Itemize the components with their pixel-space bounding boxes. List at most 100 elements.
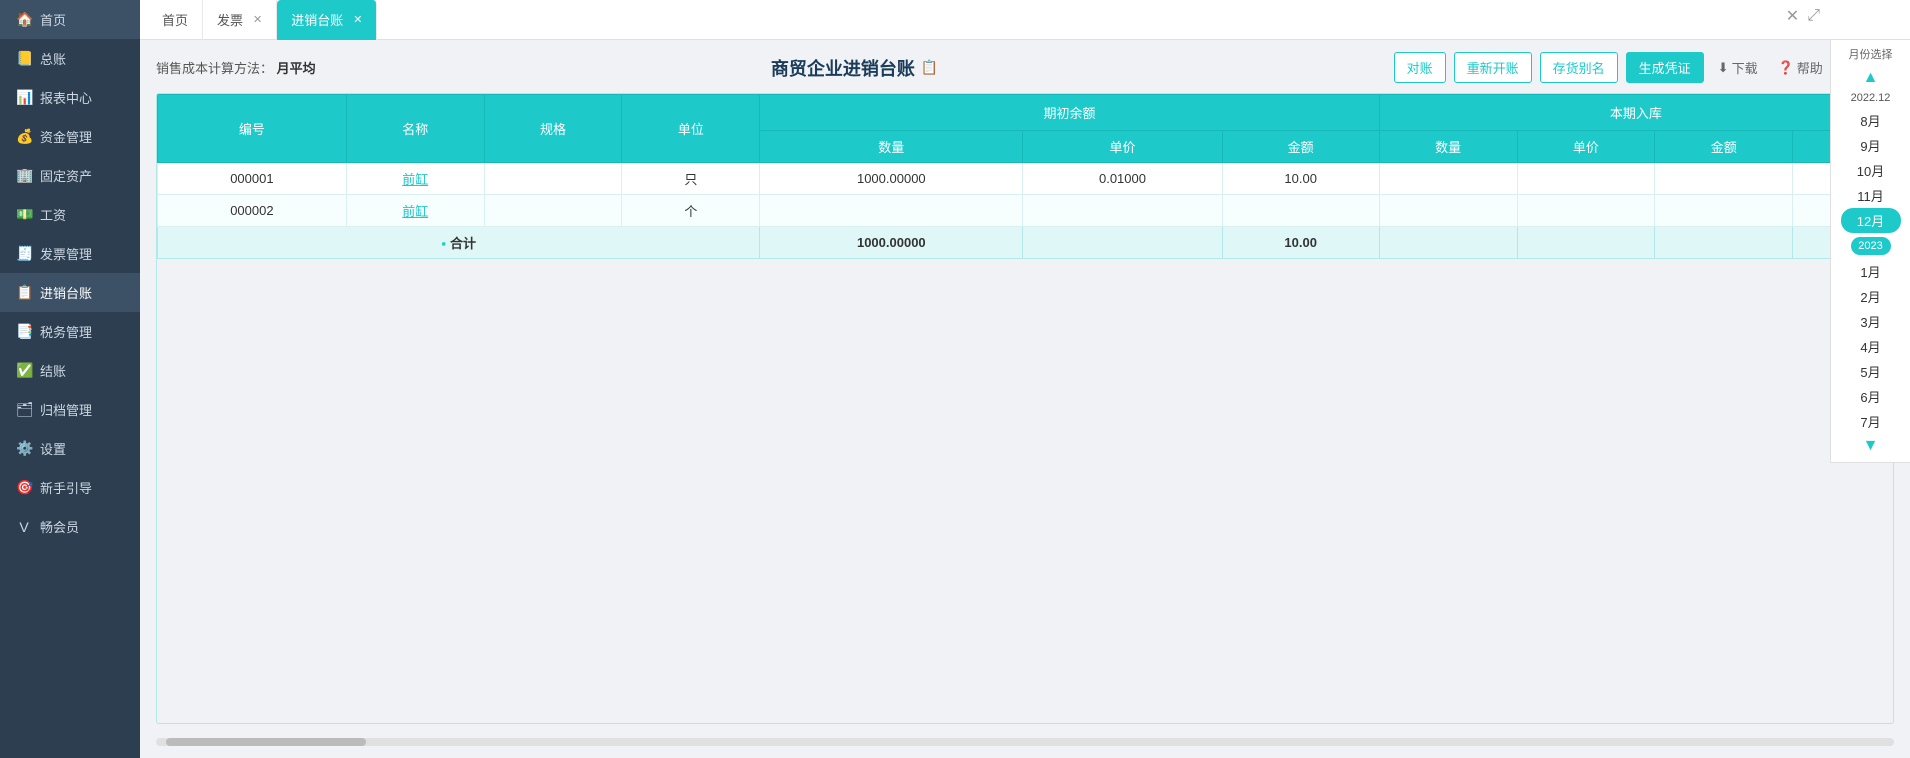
sidebar-item-salary[interactable]: 💵 工资 (0, 195, 140, 234)
month-item-2023-2月[interactable]: 2月 (1841, 284, 1901, 309)
cell-in-price (1517, 163, 1655, 195)
cell-opening-qty (760, 195, 1023, 227)
total-opening-amount: 10.00 (1222, 227, 1379, 259)
scroll-thumb (166, 738, 366, 746)
cell-id: 000002 (158, 195, 347, 227)
month-item-2023-7月[interactable]: 7月 (1841, 409, 1901, 434)
month-up-arrow[interactable]: ▲ (1861, 68, 1881, 88)
sidebar: 🏠 首页 📒 总账 📊报表中心💰资金管理🏢固定资产 💵 工资 🧾发票管理📋进销台账📑税务管理✅… (0, 0, 140, 758)
close-button[interactable]: ✕ (1786, 6, 1799, 26)
sidebar-item-checkout[interactable]: ✅结账 (0, 351, 140, 390)
sidebar-item-purchase-sale[interactable]: 📋进销台账 (0, 273, 140, 312)
help-icon: ❓ (1778, 60, 1794, 76)
cell-opening-amount: 10.00 (1222, 163, 1379, 195)
cell-spec (484, 195, 622, 227)
tab-purchase-sale[interactable]: 进销台账 ✕ (277, 0, 377, 40)
cell-opening-price: 0.01000 (1023, 163, 1222, 195)
total-icon: ▪ (441, 236, 446, 251)
sidebar-item-guide[interactable]: 🎯新手引导 (0, 468, 140, 507)
sidebar-label-ledger: 总账 (40, 49, 66, 68)
month-item-2022-9月[interactable]: 9月 (1841, 133, 1901, 158)
sidebar-icon-asset: 🏢 (16, 167, 32, 184)
year-2023-marker: 2023 (1851, 237, 1891, 255)
tab-label-purchase-sale: 进销台账 (291, 10, 343, 29)
edit-icon[interactable]: 📋 (921, 59, 938, 76)
month-item-2023-5月[interactable]: 5月 (1841, 359, 1901, 384)
col-spec-header: 规格 (484, 95, 622, 163)
cell-opening-qty: 1000.00000 (760, 163, 1023, 195)
sidebar-label-purchase-sale: 进销台账 (40, 283, 92, 302)
sidebar-icon-home: 🏠 (16, 11, 32, 28)
tab-invoice[interactable]: 发票 ✕ (203, 0, 277, 40)
sidebar-icon-archive: 🗂 (16, 401, 32, 418)
main-table: 编号 名称 规格 单位 期初余额 本期入库 数量 单价 金额 数量 单价 金额 (157, 94, 1893, 259)
sidebar-label-member: 畅会员 (40, 517, 79, 536)
download-icon: ⬇ (1718, 60, 1729, 76)
sidebar-item-tax[interactable]: 📑税务管理 (0, 312, 140, 351)
sidebar-icon-ledger: 📒 (16, 50, 32, 67)
tab-label-home: 首页 (162, 10, 188, 29)
cell-in-qty (1379, 195, 1517, 227)
cost-method-label: 销售成本计算方法： 月平均 (156, 58, 316, 77)
total-opening-price (1023, 227, 1222, 259)
help-button[interactable]: ❓ 帮助 (1772, 53, 1829, 82)
sidebar-label-guide: 新手引导 (40, 478, 92, 497)
page-title: 商贸企业进销台账 📋 (771, 55, 938, 81)
col-opening-header: 期初余额 (760, 95, 1379, 131)
main-area: ✕ ⤢ 首页 发票 ✕ 进销台账 ✕ 销售成本计算方法： 月平均 商贸企业进销台账 📋 … (140, 0, 1910, 758)
sidebar-label-home: 首页 (40, 10, 66, 29)
col-unit-header: 单位 (622, 95, 760, 163)
month-down-arrow[interactable]: ▼ (1861, 436, 1881, 456)
sidebar-item-archive[interactable]: 🗂 归档管理 (0, 390, 140, 429)
download-button[interactable]: ⬇ 下载 (1712, 53, 1764, 82)
month-item-2023-1月[interactable]: 1月 (1841, 259, 1901, 284)
sidebar-icon-settings: ⚙️ (16, 440, 32, 457)
cell-opening-price (1023, 195, 1222, 227)
tab-close-invoice[interactable]: ✕ (253, 13, 262, 26)
maximize-button[interactable]: ⤢ (1807, 6, 1820, 26)
month-item-2023-6月[interactable]: 6月 (1841, 384, 1901, 409)
cell-spec (484, 163, 622, 195)
months-2022: 8月9月10月11月12月 (1841, 108, 1901, 233)
sidebar-label-salary: 工资 (40, 205, 66, 224)
window-controls: ✕ ⤢ (1786, 6, 1820, 26)
tab-close-purchase-sale[interactable]: ✕ (353, 13, 362, 26)
sidebar-item-asset[interactable]: 🏢固定资产 (0, 156, 140, 195)
month-item-2023-4月[interactable]: 4月 (1841, 334, 1901, 359)
cell-name[interactable]: 前缸 (346, 195, 484, 227)
sidebar-label-tax: 税务管理 (40, 322, 92, 341)
sidebar-item-settings[interactable]: ⚙️ 设置 (0, 429, 140, 468)
col-opening-price-header: 单价 (1023, 131, 1222, 163)
month-item-2022-8月[interactable]: 8月 (1841, 108, 1901, 133)
month-item-2023-3月[interactable]: 3月 (1841, 309, 1901, 334)
month-panel: 月份选择 ▲ 2022.12 8月9月10月11月12月 2023 1月2月3月… (1830, 40, 1910, 463)
save-alias-button[interactable]: 存货别名 (1540, 52, 1618, 83)
tabs-bar: 首页 发票 ✕ 进销台账 ✕ (140, 0, 1910, 40)
sidebar-icon-salary: 💵 (16, 206, 32, 223)
month-item-2022-11月[interactable]: 11月 (1841, 183, 1901, 208)
reopen-button[interactable]: 重新开账 (1454, 52, 1532, 83)
sidebar-item-ledger[interactable]: 📒 总账 (0, 39, 140, 78)
month-item-2022-12月[interactable]: 12月 (1841, 208, 1901, 233)
match-button[interactable]: 对账 (1394, 52, 1446, 83)
cell-unit: 只 (622, 163, 760, 195)
sidebar-item-fund[interactable]: 💰资金管理 (0, 117, 140, 156)
sidebar-label-archive: 归档管理 (40, 400, 92, 419)
table-row: 000002 前缸 个 (158, 195, 1893, 227)
tab-label-invoice: 发票 (217, 10, 243, 29)
col-id-header: 编号 (158, 95, 347, 163)
generate-voucher-button[interactable]: 生成凭证 (1626, 52, 1704, 83)
sidebar-label-settings: 设置 (40, 439, 66, 458)
sidebar-item-report[interactable]: 📊报表中心 (0, 78, 140, 117)
tab-home[interactable]: 首页 (148, 0, 203, 40)
month-item-2022-10月[interactable]: 10月 (1841, 158, 1901, 183)
month-panel-title: 月份选择 (1849, 46, 1893, 62)
col-in-qty-header: 数量 (1379, 131, 1517, 163)
scrollbar[interactable] (156, 738, 1894, 746)
sidebar-item-member[interactable]: V畅会员 (0, 507, 140, 546)
cell-id: 000001 (158, 163, 347, 195)
info-bar: 销售成本计算方法： 月平均 商贸企业进销台账 📋 对账 重新开账 存货别名 生成… (156, 52, 1894, 83)
sidebar-item-invoice-mgmt[interactable]: 🧾发票管理 (0, 234, 140, 273)
cell-name[interactable]: 前缸 (346, 163, 484, 195)
sidebar-item-home[interactable]: 🏠 首页 (0, 0, 140, 39)
